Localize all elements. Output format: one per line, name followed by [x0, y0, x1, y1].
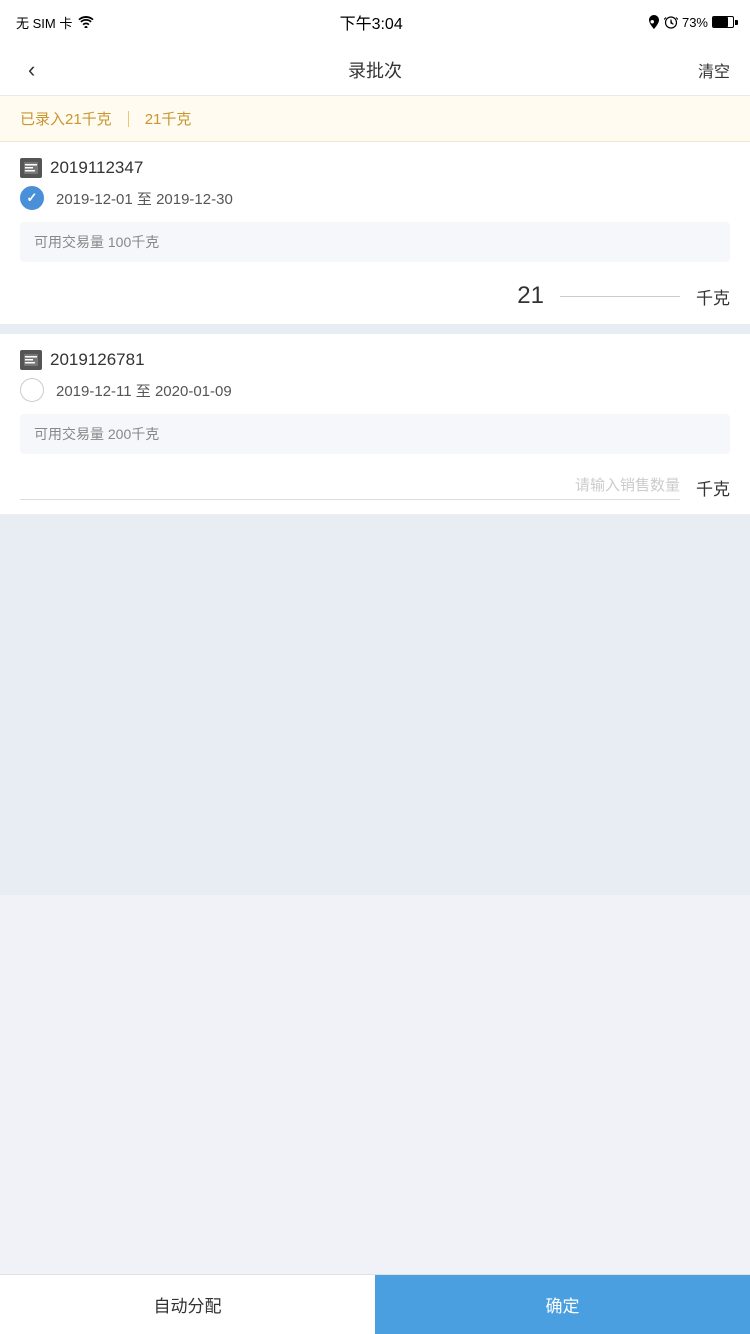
batch-2-radio[interactable] — [20, 378, 44, 402]
location-icon — [648, 15, 660, 29]
batch-2-id-icon — [20, 350, 42, 370]
status-left: 无 SIM 卡 — [16, 13, 94, 32]
status-bar: 无 SIM 卡 下午3:04 73% — [0, 0, 750, 44]
batch-1-date-row[interactable]: ✓ 2019-12-01 至 2019-12-30 — [0, 186, 750, 218]
batch-1-amount-row: 21 千克 — [0, 272, 750, 324]
summary-value: 21千克 — [145, 108, 192, 129]
batch-2-amount-unit: 千克 — [696, 475, 730, 500]
summary-bar: 已录入21千克 21千克 — [0, 96, 750, 142]
bottom-bar: 自动分配 确定 — [0, 1274, 750, 1334]
battery-percent: 73% — [682, 15, 708, 30]
signal-text: 无 SIM 卡 — [16, 13, 72, 32]
batch-1-radio[interactable]: ✓ — [20, 186, 44, 210]
page-title: 录批次 — [348, 57, 402, 83]
wifi-icon — [78, 16, 94, 28]
back-button[interactable]: ‹ — [20, 53, 43, 87]
empty-area — [0, 515, 750, 895]
check-icon: ✓ — [27, 190, 38, 206]
batch-2-available: 可用交易量 200千克 — [20, 414, 730, 454]
summary-divider — [128, 111, 129, 127]
batch-2-id: 2019126781 — [50, 350, 145, 370]
batch-1-amount-value: 21 — [517, 282, 544, 310]
alarm-icon — [664, 15, 678, 29]
batch-1-id-icon — [20, 158, 42, 178]
batch-1-amount-unit: 千克 — [696, 284, 730, 309]
batch-1-id: 2019112347 — [50, 158, 143, 178]
batch-1-available: 可用交易量 100千克 — [20, 222, 730, 262]
auto-distribute-button[interactable]: 自动分配 — [0, 1275, 375, 1334]
batch-2-header: 2019126781 — [0, 334, 750, 378]
batch-item-1: 2019112347 ✓ 2019-12-01 至 2019-12-30 可用交… — [0, 142, 750, 324]
clear-button[interactable]: 清空 — [698, 58, 730, 82]
status-time: 下午3:04 — [340, 10, 403, 34]
section-separator-1 — [0, 324, 750, 334]
nav-bar: ‹ 录批次 清空 — [0, 44, 750, 96]
batch-2-date: 2019-12-11 至 2020-01-09 — [56, 380, 232, 401]
battery-icon — [712, 16, 734, 28]
status-right: 73% — [648, 15, 734, 30]
batch-2-amount-placeholder: 请输入销售数量 — [575, 474, 680, 495]
batch-1-date: 2019-12-01 至 2019-12-30 — [56, 188, 233, 209]
batch-2-input-row: 请输入销售数量 千克 — [0, 464, 750, 515]
batch-item-2: 2019126781 2019-12-11 至 2020-01-09 可用交易量… — [0, 334, 750, 515]
batch-2-input-wrap: 请输入销售数量 — [20, 474, 680, 500]
batch-1-header: 2019112347 — [0, 142, 750, 186]
summary-label: 已录入21千克 — [20, 108, 112, 129]
confirm-button[interactable]: 确定 — [375, 1275, 750, 1334]
batch-2-date-row[interactable]: 2019-12-11 至 2020-01-09 — [0, 378, 750, 410]
